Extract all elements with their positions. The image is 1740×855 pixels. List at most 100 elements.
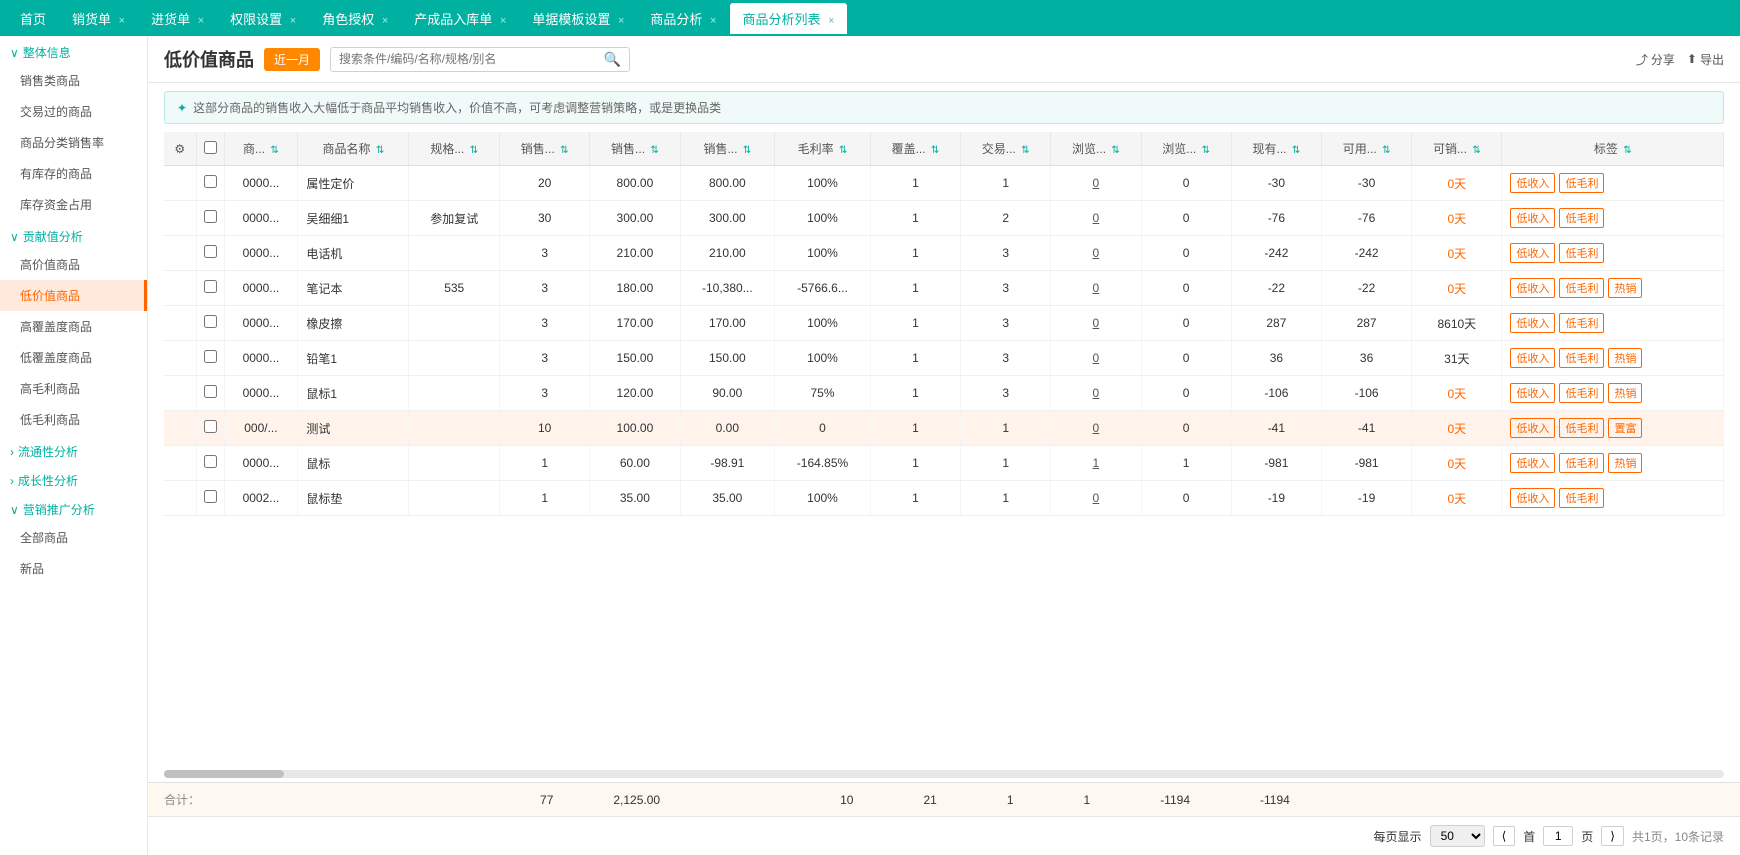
- close-permissions[interactable]: ×: [290, 15, 296, 27]
- code-column-header[interactable]: 商... ⇅: [224, 132, 298, 166]
- spec-column-header[interactable]: 规格... ⇅: [409, 132, 500, 166]
- select-all-checkbox[interactable]: [204, 141, 217, 154]
- close-roles[interactable]: ×: [382, 15, 388, 27]
- row-settings[interactable]: [164, 446, 196, 481]
- sidebar-item-low-margin[interactable]: 低毛利商品: [0, 404, 147, 435]
- sidebar-item-inventory-capital[interactable]: 库存资金占用: [0, 189, 147, 220]
- horizontal-scrollbar[interactable]: [164, 770, 1724, 778]
- sidebar-item-high-margin[interactable]: 高毛利商品: [0, 373, 147, 404]
- sale-qty-column-header[interactable]: 销售... ⇅: [500, 132, 590, 166]
- sidebar-group-liquidity[interactable]: › 流通性分析: [0, 435, 147, 464]
- saleable-days-column-header[interactable]: 可销... ⇅: [1412, 132, 1502, 166]
- sidebar-item-stocked-products[interactable]: 有库存的商品: [0, 158, 147, 189]
- row-checkbox-cell[interactable]: [196, 481, 224, 516]
- available-stock-column-header[interactable]: 可用... ⇅: [1321, 132, 1411, 166]
- close-sales[interactable]: ×: [119, 15, 125, 27]
- row-view1[interactable]: 0: [1051, 201, 1141, 236]
- row-settings[interactable]: [164, 201, 196, 236]
- nav-roles[interactable]: 角色授权 ×: [310, 3, 400, 34]
- sidebar-group-contribution[interactable]: ∨ 贡献值分析: [0, 220, 147, 249]
- row-checkbox[interactable]: [204, 245, 217, 258]
- row-checkbox-cell[interactable]: [196, 306, 224, 341]
- row-view1[interactable]: 0: [1051, 236, 1141, 271]
- close-purchase[interactable]: ×: [198, 15, 204, 27]
- row-view1[interactable]: 0: [1051, 481, 1141, 516]
- sidebar-group-marketing[interactable]: ∨ 营销推广分析: [0, 493, 147, 522]
- nav-purchase[interactable]: 进货单 ×: [139, 3, 216, 34]
- row-settings[interactable]: [164, 376, 196, 411]
- settings-column-header[interactable]: ⚙: [164, 132, 196, 166]
- close-template-settings[interactable]: ×: [618, 15, 624, 27]
- sidebar-item-low-value[interactable]: 低价值商品: [0, 280, 147, 311]
- sale-profit-column-header[interactable]: 销售... ⇅: [680, 132, 775, 166]
- row-checkbox[interactable]: [204, 385, 217, 398]
- current-stock-column-header[interactable]: 现有... ⇅: [1231, 132, 1321, 166]
- scrollbar-thumb[interactable]: [164, 770, 284, 778]
- row-checkbox-cell[interactable]: [196, 376, 224, 411]
- row-settings[interactable]: [164, 306, 196, 341]
- search-input[interactable]: [339, 52, 598, 66]
- view2-column-header[interactable]: 浏览... ⇅: [1141, 132, 1231, 166]
- row-checkbox-cell[interactable]: [196, 166, 224, 201]
- nav-product-analysis[interactable]: 商品分析 ×: [638, 3, 728, 34]
- nav-sales[interactable]: 销货单 ×: [60, 3, 137, 34]
- row-checkbox[interactable]: [204, 175, 217, 188]
- row-checkbox[interactable]: [204, 280, 217, 293]
- row-view1[interactable]: 0: [1051, 341, 1141, 376]
- row-checkbox[interactable]: [204, 210, 217, 223]
- nav-template-settings[interactable]: 单据模板设置 ×: [520, 3, 636, 34]
- nav-product-analysis-list[interactable]: 商品分析列表 ×: [730, 3, 846, 34]
- page-size-select[interactable]: 50 100 200: [1430, 825, 1485, 847]
- row-view1[interactable]: 0: [1051, 166, 1141, 201]
- row-checkbox-cell[interactable]: [196, 411, 224, 446]
- nav-product-inbound[interactable]: 产成品入库单 ×: [402, 3, 518, 34]
- row-view1[interactable]: 0: [1051, 376, 1141, 411]
- sidebar-item-high-coverage[interactable]: 高覆盖度商品: [0, 311, 147, 342]
- sidebar-group-overview[interactable]: ∨ 整体信息: [0, 36, 147, 65]
- sidebar-item-traded-products[interactable]: 交易过的商品: [0, 96, 147, 127]
- sidebar-item-low-coverage[interactable]: 低覆盖度商品: [0, 342, 147, 373]
- row-checkbox[interactable]: [204, 455, 217, 468]
- nav-home[interactable]: 首页: [8, 3, 58, 34]
- row-checkbox[interactable]: [204, 420, 217, 433]
- sidebar-item-category-sales-rate[interactable]: 商品分类销售率: [0, 127, 147, 158]
- share-button[interactable]: ⤴ 分享: [1636, 51, 1675, 68]
- current-page-input[interactable]: [1543, 826, 1573, 846]
- row-view1[interactable]: 0: [1051, 411, 1141, 446]
- row-settings[interactable]: [164, 271, 196, 306]
- sidebar-item-sales-products[interactable]: 销售类商品: [0, 65, 147, 96]
- filter-recent-month-button[interactable]: 近一月: [264, 48, 320, 71]
- next-page-button[interactable]: ⟩: [1601, 826, 1624, 846]
- row-view1[interactable]: 0: [1051, 306, 1141, 341]
- nav-permissions[interactable]: 权限设置 ×: [218, 3, 308, 34]
- search-icon[interactable]: 🔍: [604, 51, 621, 68]
- close-product-analysis-list[interactable]: ×: [828, 15, 834, 27]
- sidebar-group-growth[interactable]: › 成长性分析: [0, 464, 147, 493]
- sidebar-item-all-products[interactable]: 全部商品: [0, 522, 147, 553]
- row-settings[interactable]: [164, 411, 196, 446]
- row-view1[interactable]: 1: [1051, 446, 1141, 481]
- row-settings[interactable]: [164, 166, 196, 201]
- sidebar-item-high-value[interactable]: 高价值商品: [0, 249, 147, 280]
- row-checkbox-cell[interactable]: [196, 201, 224, 236]
- row-settings[interactable]: [164, 236, 196, 271]
- trade-column-header[interactable]: 交易... ⇅: [961, 132, 1051, 166]
- tags-column-header[interactable]: 标签 ⇅: [1502, 132, 1724, 166]
- row-checkbox[interactable]: [204, 490, 217, 503]
- row-settings[interactable]: [164, 341, 196, 376]
- checkbox-column-header[interactable]: [196, 132, 224, 166]
- sidebar-item-new-products[interactable]: 新品: [0, 553, 147, 584]
- row-checkbox-cell[interactable]: [196, 341, 224, 376]
- coverage-column-header[interactable]: 覆盖... ⇅: [870, 132, 960, 166]
- row-checkbox-cell[interactable]: [196, 446, 224, 481]
- view1-column-header[interactable]: 浏览... ⇅: [1051, 132, 1141, 166]
- row-view1[interactable]: 0: [1051, 271, 1141, 306]
- row-checkbox[interactable]: [204, 315, 217, 328]
- name-column-header[interactable]: 商品名称 ⇅: [298, 132, 409, 166]
- export-button[interactable]: ⬆ 导出: [1687, 51, 1724, 68]
- gross-margin-column-header[interactable]: 毛利率 ⇅: [775, 132, 871, 166]
- row-checkbox-cell[interactable]: [196, 236, 224, 271]
- first-page-button[interactable]: ⟨: [1493, 826, 1516, 846]
- row-checkbox-cell[interactable]: [196, 271, 224, 306]
- row-checkbox[interactable]: [204, 350, 217, 363]
